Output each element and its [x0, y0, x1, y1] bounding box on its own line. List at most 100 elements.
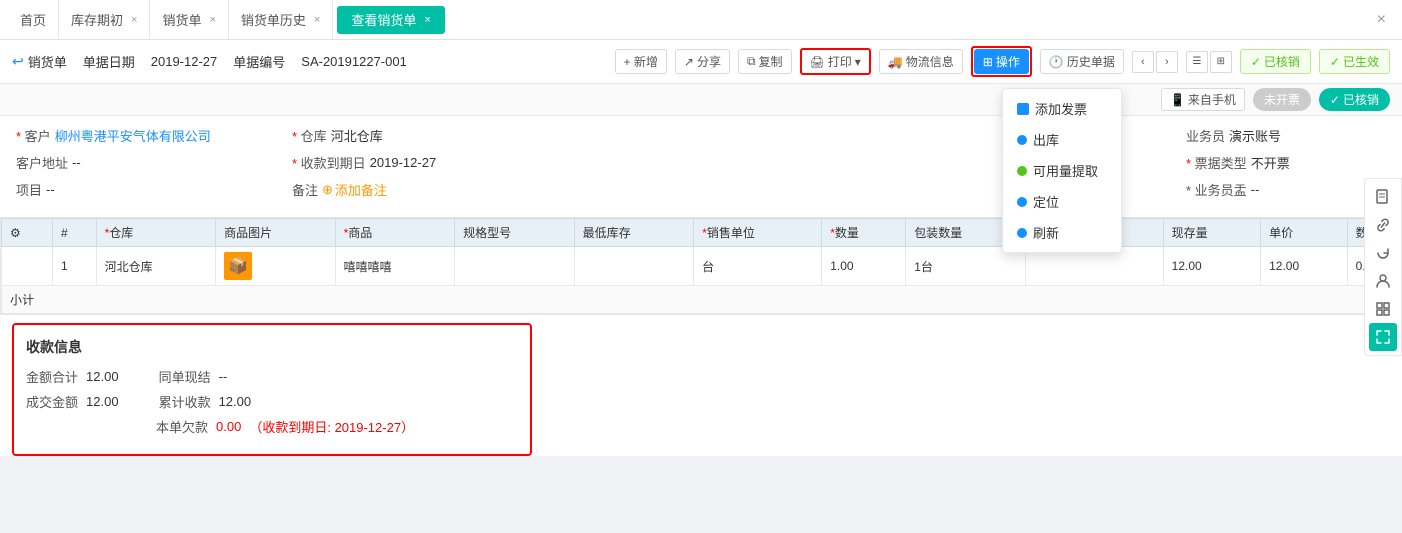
deal-amount-value: 12.00	[86, 394, 119, 409]
payment-row-1: 金额合计 12.00 同单现结 --	[26, 367, 518, 386]
subtotal-row: 小计	[2, 286, 1401, 314]
copy-button[interactable]: ⧉ 复制	[738, 49, 792, 74]
deal-amount-label: 成交金额	[26, 392, 78, 411]
doc-type-label: 销货单	[28, 52, 67, 71]
total-amount-field: 金额合计 12.00	[26, 367, 119, 386]
owed-suffix: （收款到期日: 2019-12-27）	[249, 417, 414, 436]
table-container: ⚙ # *仓库 商品图片 *商品 规格	[0, 217, 1402, 315]
dropdown-item-refresh[interactable]: 刷新	[1003, 217, 1121, 248]
locate-label: 定位	[1033, 192, 1059, 211]
verified-btn[interactable]: ✓ 已核销	[1319, 88, 1390, 111]
history-button[interactable]: 🕐 历史单据	[1040, 49, 1124, 74]
tab-bar: 首页 库存期初 × 销货单 × 销货单历史 × 查看销货单 × ×	[0, 0, 1402, 40]
staff-label: 业务员	[1186, 126, 1225, 145]
operate-icon: ⊞	[983, 55, 993, 69]
col-warehouse: *仓库	[96, 219, 216, 247]
sidebar-doc-icon[interactable]	[1369, 183, 1397, 211]
logistics-label: 物流信息	[906, 53, 954, 70]
customer-value[interactable]: 柳州粤港平安气体有限公司	[55, 126, 211, 145]
sidebar-user-icon[interactable]	[1369, 267, 1397, 295]
tab-sales-order-close[interactable]: ×	[209, 14, 215, 26]
cumulative-field: 累计收款 12.00	[159, 392, 252, 411]
project-field: 项目 --	[16, 180, 216, 199]
number-value: SA-20191227-001	[301, 54, 407, 69]
view-icons: ☰ ⊞	[1186, 51, 1232, 73]
invoice-label: 添加发票	[1035, 99, 1087, 118]
staff-field: 业务员 演示账号	[1186, 126, 1386, 145]
sidebar-table-icon[interactable]	[1369, 295, 1397, 323]
voided-label: 已核销	[1264, 53, 1300, 70]
business-label: * 业务员盂	[1186, 180, 1247, 199]
cell-spec	[455, 247, 575, 286]
cell-min-stock	[574, 247, 694, 286]
check-icon2: ✓	[1330, 55, 1340, 69]
cell-settings	[2, 247, 53, 286]
share-button[interactable]: ↗ 分享	[675, 49, 730, 74]
dropdown-item-locate[interactable]: 定位	[1003, 186, 1121, 217]
nav-next[interactable]: ›	[1156, 51, 1178, 73]
form-row-1: 客户 柳州粤港平安气体有限公司 仓库 河北仓库 业务员 演示账号	[16, 126, 1386, 145]
dropdown-item-available[interactable]: 可用量提取	[1003, 155, 1121, 186]
same-order-value: --	[219, 369, 228, 384]
nav-prev[interactable]: ‹	[1132, 51, 1154, 73]
tab-view-sales-label: 查看销货单	[351, 10, 416, 29]
tab-view-sales-close[interactable]: ×	[424, 14, 430, 26]
cell-no: 1	[53, 247, 97, 286]
payment-title: 收款信息	[26, 337, 518, 357]
operate-button[interactable]: ⊞ 操作	[974, 49, 1029, 74]
tab-sales-order[interactable]: 销货单 ×	[150, 0, 228, 39]
tab-sales-history-close[interactable]: ×	[314, 14, 320, 26]
number-label: 单据编号	[233, 52, 285, 71]
tab-sales-history-label: 销货单历史	[241, 10, 306, 29]
window-close-button[interactable]: ×	[1369, 11, 1394, 29]
operate-label: 操作	[996, 53, 1020, 70]
col-min-stock: 最低库存	[574, 219, 694, 247]
cumulative-value: 12.00	[219, 394, 252, 409]
add-note-btn[interactable]: ⊕ 添加备注	[322, 180, 387, 199]
col-quantity: *数量	[822, 219, 906, 247]
tab-sales-history[interactable]: 销货单历史 ×	[229, 0, 333, 39]
tab-inventory-init[interactable]: 库存期初 ×	[59, 0, 150, 39]
payment-date-label: 收款到期日	[292, 153, 366, 172]
subtotal-cell: 小计	[2, 286, 1401, 314]
sidebar-link-icon[interactable]	[1369, 211, 1397, 239]
customer-label: 客户	[16, 126, 51, 145]
note-field: 备注 ⊕ 添加备注	[292, 180, 492, 199]
col-unit-price: 单价	[1261, 219, 1347, 247]
copy-label: 复制	[759, 53, 783, 70]
staff-value: 演示账号	[1229, 126, 1281, 145]
tab-view-sales[interactable]: 查看销货单 ×	[337, 6, 444, 34]
project-label: 项目	[16, 180, 42, 199]
order-table: ⚙ # *仓库 商品图片 *商品 规格	[1, 218, 1401, 314]
form-row-2: 客户地址 -- 收款到期日 2019-12-27 票据类型 不开票	[16, 153, 1386, 172]
sidebar-refresh-icon[interactable]	[1369, 239, 1397, 267]
cumulative-label: 累计收款	[159, 392, 211, 411]
tab-home[interactable]: 首页	[8, 0, 59, 39]
grid-view-icon[interactable]: ⊞	[1210, 51, 1232, 73]
new-button[interactable]: + 新增	[615, 49, 667, 74]
dropdown-item-outbound[interactable]: 出库	[1003, 124, 1121, 155]
from-mobile-btn[interactable]: 📱 来自手机	[1161, 88, 1245, 111]
warehouse-value: 河北仓库	[331, 126, 383, 145]
doc-header: ↩ 销货单 单据日期 2019-12-27 单据编号 SA-20191227-0…	[0, 40, 1402, 84]
secondary-actions: 📱 来自手机 未开票 ✓ 已核销	[0, 84, 1402, 116]
list-view-icon[interactable]: ☰	[1186, 51, 1208, 73]
plus-icon: ⊕	[322, 182, 333, 198]
address-field: 客户地址 --	[16, 153, 216, 172]
print-button[interactable]: 🖨 打印 ▾	[800, 48, 871, 75]
dropdown-item-invoice[interactable]: 添加发票	[1003, 93, 1121, 124]
col-sales-unit: *销售单位	[694, 219, 822, 247]
nav-arrows: ‹ ›	[1132, 51, 1178, 73]
outbound-label: 出库	[1033, 130, 1059, 149]
sidebar-fullscreen-icon[interactable]	[1369, 323, 1397, 351]
col-stock: 现存量	[1163, 219, 1260, 247]
uninvoiced-btn[interactable]: 未开票	[1253, 88, 1311, 111]
col-settings[interactable]: ⚙	[2, 219, 53, 247]
document-container: ↩ 销货单 单据日期 2019-12-27 单据编号 SA-20191227-0…	[0, 40, 1402, 456]
logistics-button[interactable]: 🚚 物流信息	[879, 49, 963, 74]
cell-quantity: 1.00	[822, 247, 906, 286]
tab-inventory-close[interactable]: ×	[131, 14, 137, 26]
col-spec: 规格型号	[455, 219, 575, 247]
refresh-label: 刷新	[1033, 223, 1059, 242]
table-scroll: ⚙ # *仓库 商品图片 *商品 规格	[0, 217, 1402, 315]
